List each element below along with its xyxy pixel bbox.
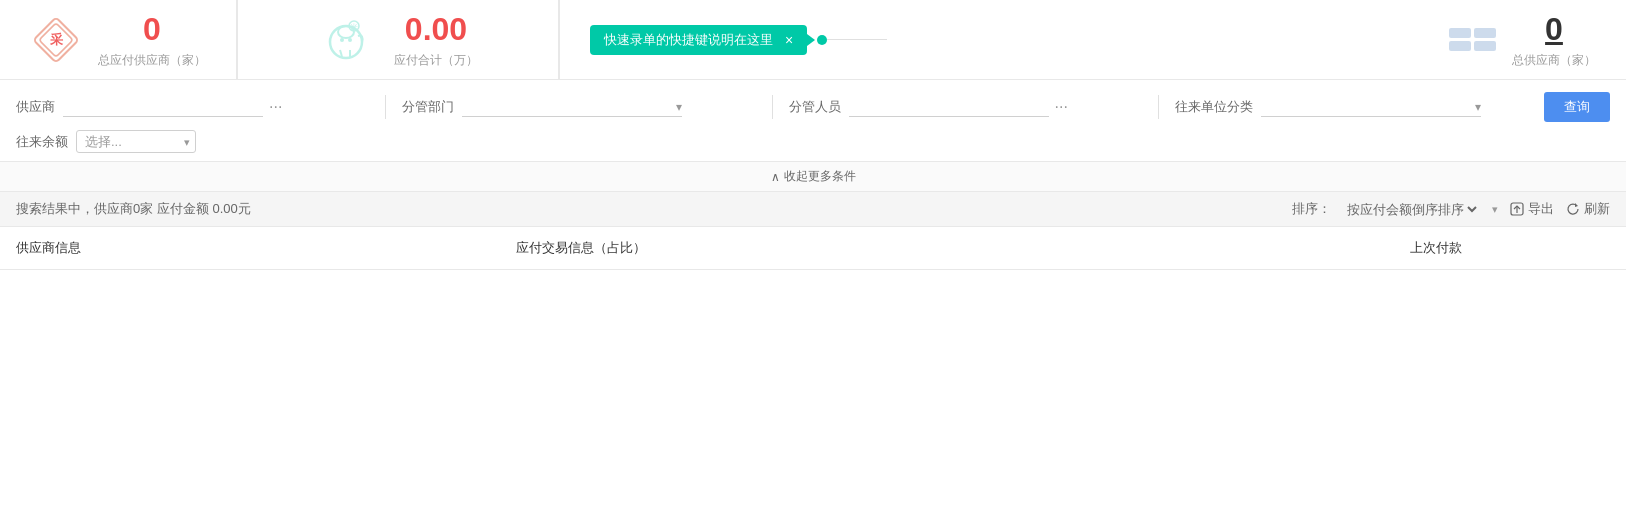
filter-row-2: 往来余额 选择... ▾ [16,130,1610,153]
svg-text:采: 采 [50,32,64,47]
tooltip-stat-area: 快速录单的快捷键说明在这里 × 0 总供应商（家） [560,0,1626,79]
supplier-label: 供应商 [16,98,55,116]
pig-icon: 米 [318,12,374,68]
department-input[interactable] [462,97,672,116]
stat-payable-total: 米 0.00 应付合计（万） [238,0,559,79]
supplier-filter-group: 供应商 ··· [16,97,369,117]
department-label: 分管部门 [402,98,454,116]
col-transaction-info-header: 应付交易信息（占比） [516,239,1410,257]
results-actions: 排序： 按应付会额倒序排序 ▾ 导出 刷新 [1292,200,1610,218]
total-suppliers-label: 总供应商（家） [1512,52,1596,69]
balance-label: 往来余额 [16,133,68,151]
payable-total-number: 0.00 [405,10,467,48]
unit-category-filter-group: 往来单位分类 ▾ [1175,97,1528,117]
col-supplier-info-header: 供应商信息 [16,239,516,257]
svg-point-6 [348,38,352,42]
filter-row-1: 供应商 ··· 分管部门 ▾ 分管人员 ··· 往来单位分类 ▾ [16,92,1610,122]
export-icon [1510,202,1524,216]
supplier-dots[interactable]: ··· [269,98,282,116]
tooltip-line [827,39,887,40]
icon-box-2 [1474,28,1496,38]
refresh-label: 刷新 [1584,200,1610,218]
supplier-input[interactable] [63,97,263,117]
stats-bar: 采 0 总应付供应商（家） 米 0.00 应付合计（万） [0,0,1626,80]
collapse-bar: ∧ 收起更多条件 [0,162,1626,192]
unit-category-label: 往来单位分类 [1175,98,1253,116]
svg-text:米: 米 [350,23,358,32]
balance-select-wrapper: 选择... ▾ [76,130,196,153]
collapse-chevron-icon: ∧ [771,170,780,184]
department-filter-group: 分管部门 ▾ [402,97,755,117]
person-label: 分管人员 [789,98,841,116]
tooltip-close-btn[interactable]: × [785,32,793,48]
sort-select[interactable]: 按应付会额倒序排序 [1343,201,1480,218]
unit-category-input[interactable] [1261,97,1471,116]
refresh-icon [1566,202,1580,216]
divider-f2 [772,95,773,119]
table-header: 供应商信息 应付交易信息（占比） 上次付款 [0,227,1626,270]
stat-payable-suppliers: 采 0 总应付供应商（家） [0,0,237,79]
icon-box-3 [1449,41,1471,51]
tooltip-text: 快速录单的快捷键说明在这里 [604,31,773,49]
query-button[interactable]: 查询 [1544,92,1610,122]
payable-total-label: 应付合计（万） [394,52,478,69]
collapse-button[interactable]: ∧ 收起更多条件 [771,168,856,185]
balance-select[interactable]: 选择... [76,130,196,153]
tooltip-dot [817,35,827,45]
empty-content-area [0,270,1626,515]
person-filter-group: 分管人员 ··· [789,97,1142,117]
svg-point-5 [340,38,344,42]
sort-chevron: ▾ [1492,203,1498,216]
payable-suppliers-number: 0 [143,10,161,48]
stat-total-suppliers: 0 总供应商（家） [1449,10,1596,69]
filter-bar: 供应商 ··· 分管部门 ▾ 分管人员 ··· 往来单位分类 ▾ [0,80,1626,162]
results-bar: 搜索结果中，供应商0家 应付金额 0.00元 排序： 按应付会额倒序排序 ▾ 导… [0,192,1626,227]
person-input[interactable] [849,97,1049,117]
icon-box-1 [1449,28,1471,38]
icon-boxes-group [1449,28,1496,51]
export-label: 导出 [1528,200,1554,218]
unit-category-chevron: ▾ [1475,100,1481,114]
department-chevron: ▾ [676,100,682,114]
collapse-label: 收起更多条件 [784,168,856,185]
refresh-button[interactable]: 刷新 [1566,200,1610,218]
divider-f1 [385,95,386,119]
col-last-payment-header: 上次付款 [1410,239,1610,257]
sort-label: 排序： [1292,200,1331,218]
results-info: 搜索结果中，供应商0家 应付金额 0.00元 [16,200,251,218]
tooltip-bubble: 快速录单的快捷键说明在这里 × [590,25,807,55]
tooltip-area: 快速录单的快捷键说明在这里 × [590,25,1449,55]
total-suppliers-stat: 0 总供应商（家） [1512,10,1596,69]
icon-box-4 [1474,41,1496,51]
export-button[interactable]: 导出 [1510,200,1554,218]
svg-marker-11 [1575,203,1578,207]
total-suppliers-number: 0 [1545,10,1563,48]
person-dots[interactable]: ··· [1055,98,1068,116]
payable-suppliers-label: 总应付供应商（家） [98,52,206,69]
divider-f3 [1158,95,1159,119]
diamond-logo: 采 [30,14,82,66]
